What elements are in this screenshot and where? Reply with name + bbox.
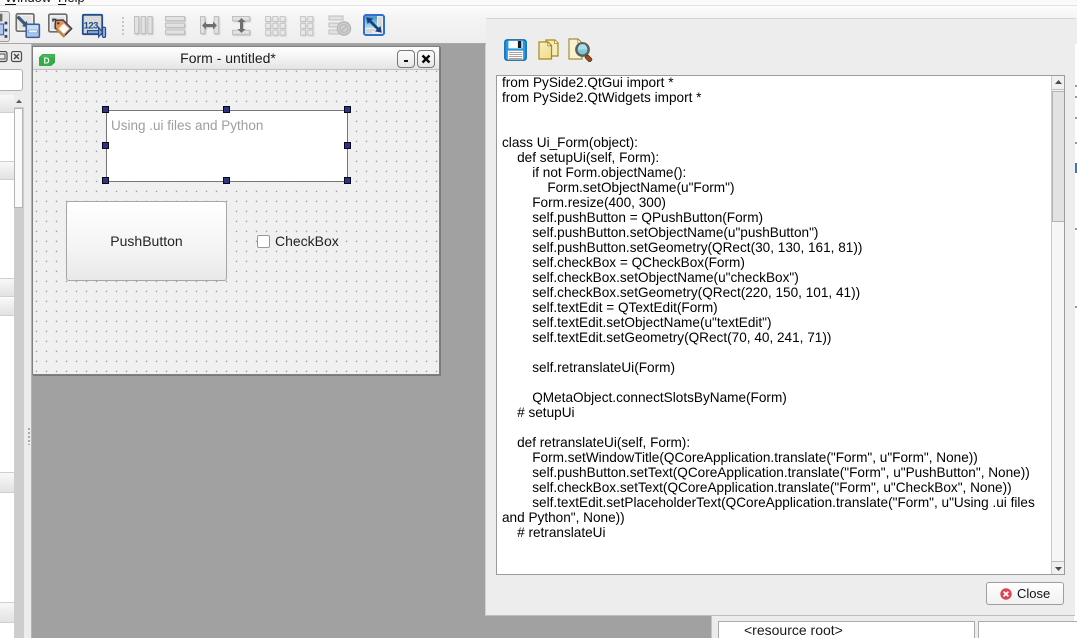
svg-text:123: 123 — [84, 20, 99, 31]
